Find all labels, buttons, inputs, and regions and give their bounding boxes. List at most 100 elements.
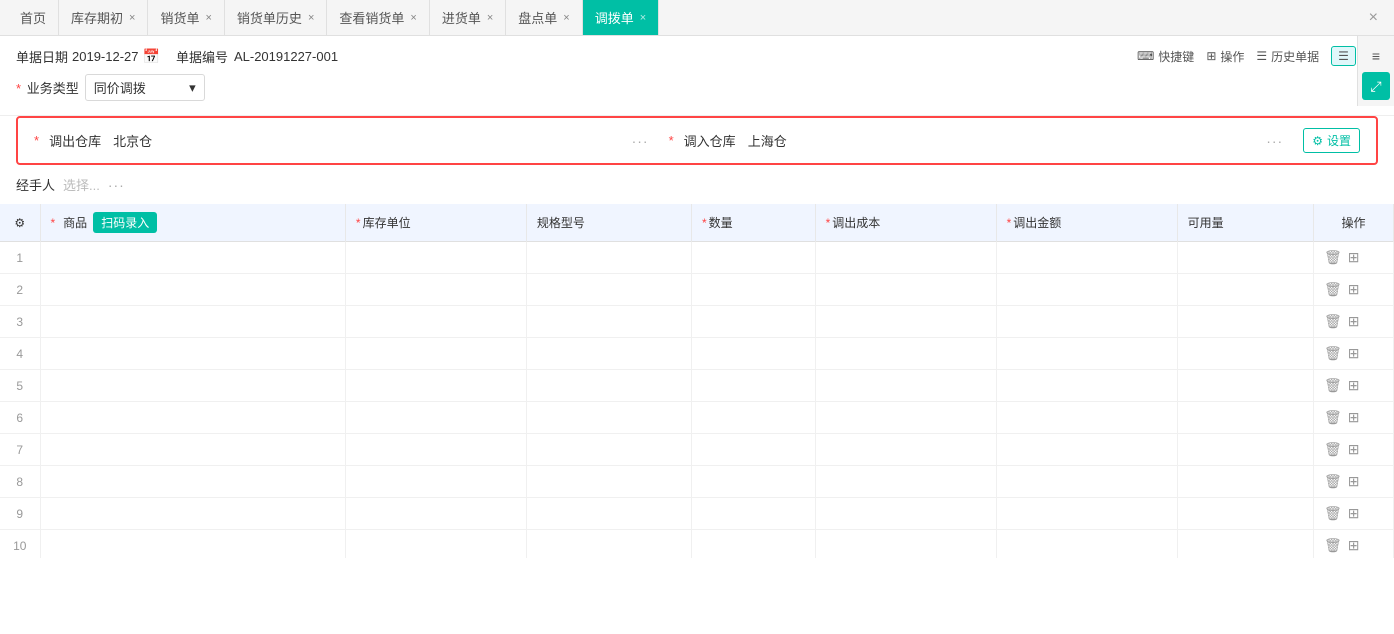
spec-cell[interactable] bbox=[526, 402, 691, 434]
delete-row-icon[interactable]: 🗑 bbox=[1324, 441, 1342, 458]
tab-bar-close-btn[interactable]: × bbox=[1361, 9, 1386, 27]
spec-cell[interactable] bbox=[526, 434, 691, 466]
tab-close-view-sales[interactable]: × bbox=[410, 12, 416, 24]
copy-row-icon[interactable]: ⊞ bbox=[1348, 313, 1360, 330]
unit-cell[interactable] bbox=[345, 338, 526, 370]
delete-row-icon[interactable]: 🗑 bbox=[1324, 281, 1342, 298]
cost-cell[interactable] bbox=[815, 242, 996, 274]
layout-btn-1[interactable]: ☰ bbox=[1331, 46, 1356, 66]
unit-cell[interactable] bbox=[345, 530, 526, 559]
unit-cell[interactable] bbox=[345, 274, 526, 306]
cost-cell[interactable] bbox=[815, 338, 996, 370]
amount-cell[interactable] bbox=[996, 338, 1177, 370]
cost-cell[interactable] bbox=[815, 530, 996, 559]
tab-stocktake[interactable]: 盘点单 × bbox=[506, 0, 582, 35]
qty-cell[interactable] bbox=[691, 434, 815, 466]
spec-cell[interactable] bbox=[526, 274, 691, 306]
amount-cell[interactable] bbox=[996, 402, 1177, 434]
delete-row-icon[interactable]: 🗑 bbox=[1324, 249, 1342, 266]
warehouse-out-more-btn[interactable]: ··· bbox=[632, 133, 649, 149]
amount-cell[interactable] bbox=[996, 498, 1177, 530]
cost-cell[interactable] bbox=[815, 498, 996, 530]
calendar-icon[interactable]: 📅 bbox=[143, 48, 160, 65]
person-select[interactable]: 选择... bbox=[63, 175, 100, 194]
amount-cell[interactable] bbox=[996, 530, 1177, 559]
qty-cell[interactable] bbox=[691, 402, 815, 434]
cost-cell[interactable] bbox=[815, 370, 996, 402]
tab-transfer[interactable]: 调拨单 × bbox=[583, 0, 659, 35]
qty-cell[interactable] bbox=[691, 274, 815, 306]
tab-close-inventory-init[interactable]: × bbox=[129, 12, 135, 24]
copy-row-icon[interactable]: ⊞ bbox=[1348, 537, 1360, 554]
copy-row-icon[interactable]: ⊞ bbox=[1348, 473, 1360, 490]
business-type-dropdown[interactable]: 同价调拨 ▾ bbox=[85, 74, 205, 101]
spec-cell[interactable] bbox=[526, 498, 691, 530]
th-gear[interactable]: ⚙ bbox=[0, 204, 40, 242]
copy-row-icon[interactable]: ⊞ bbox=[1348, 409, 1360, 426]
scan-entry-btn[interactable]: 扫码录入 bbox=[93, 212, 157, 233]
spec-cell[interactable] bbox=[526, 242, 691, 274]
unit-cell[interactable] bbox=[345, 498, 526, 530]
tab-view-sales[interactable]: 查看销货单 × bbox=[327, 0, 429, 35]
spec-cell[interactable] bbox=[526, 530, 691, 559]
delete-row-icon[interactable]: 🗑 bbox=[1324, 409, 1342, 426]
copy-row-icon[interactable]: ⊞ bbox=[1348, 377, 1360, 394]
qty-cell[interactable] bbox=[691, 338, 815, 370]
warehouse-in-more-btn[interactable]: ··· bbox=[1266, 133, 1283, 149]
amount-cell[interactable] bbox=[996, 466, 1177, 498]
unit-cell[interactable] bbox=[345, 306, 526, 338]
tab-close-transfer[interactable]: × bbox=[640, 12, 646, 24]
cost-cell[interactable] bbox=[815, 402, 996, 434]
unit-cell[interactable] bbox=[345, 434, 526, 466]
qty-cell[interactable] bbox=[691, 370, 815, 402]
unit-cell[interactable] bbox=[345, 370, 526, 402]
amount-cell[interactable] bbox=[996, 274, 1177, 306]
cost-cell[interactable] bbox=[815, 434, 996, 466]
delete-row-icon[interactable]: 🗑 bbox=[1324, 473, 1342, 490]
delete-row-icon[interactable]: 🗑 bbox=[1324, 505, 1342, 522]
delete-row-icon[interactable]: 🗑 bbox=[1324, 345, 1342, 362]
qty-cell[interactable] bbox=[691, 306, 815, 338]
amount-cell[interactable] bbox=[996, 306, 1177, 338]
unit-cell[interactable] bbox=[345, 242, 526, 274]
settings-btn[interactable]: ⚙ 设置 bbox=[1303, 128, 1360, 153]
person-more-btn[interactable]: ··· bbox=[108, 177, 125, 193]
tab-sales-order[interactable]: 销货单 × bbox=[148, 0, 224, 35]
qty-cell[interactable] bbox=[691, 242, 815, 274]
tab-close-sales-history[interactable]: × bbox=[308, 12, 314, 24]
spec-cell[interactable] bbox=[526, 466, 691, 498]
qty-cell[interactable] bbox=[691, 530, 815, 559]
product-cell[interactable] bbox=[40, 338, 345, 370]
delete-row-icon[interactable]: 🗑 bbox=[1324, 313, 1342, 330]
tab-sales-history[interactable]: 销货单历史 × bbox=[225, 0, 327, 35]
side-list-btn[interactable]: ≡ bbox=[1362, 42, 1390, 70]
unit-cell[interactable] bbox=[345, 402, 526, 434]
tab-home[interactable]: 首页 bbox=[8, 0, 59, 35]
copy-row-icon[interactable]: ⊞ bbox=[1348, 249, 1360, 266]
product-cell[interactable] bbox=[40, 306, 345, 338]
product-cell[interactable] bbox=[40, 530, 345, 559]
cost-cell[interactable] bbox=[815, 306, 996, 338]
tab-close-sales-order[interactable]: × bbox=[205, 12, 211, 24]
product-cell[interactable] bbox=[40, 434, 345, 466]
delete-row-icon[interactable]: 🗑 bbox=[1324, 377, 1342, 394]
tab-inventory-init[interactable]: 库存期初 × bbox=[59, 0, 148, 35]
product-cell[interactable] bbox=[40, 242, 345, 274]
operation-btn[interactable]: ⊞ 操作 bbox=[1206, 48, 1244, 65]
tab-purchase[interactable]: 进货单 × bbox=[430, 0, 506, 35]
amount-cell[interactable] bbox=[996, 242, 1177, 274]
shortcut-btn[interactable]: ⌨ 快捷键 bbox=[1137, 48, 1194, 65]
cost-cell[interactable] bbox=[815, 274, 996, 306]
spec-cell[interactable] bbox=[526, 306, 691, 338]
copy-row-icon[interactable]: ⊞ bbox=[1348, 281, 1360, 298]
spec-cell[interactable] bbox=[526, 370, 691, 402]
unit-cell[interactable] bbox=[345, 466, 526, 498]
gear-icon[interactable]: ⚙ bbox=[14, 216, 25, 230]
cost-cell[interactable] bbox=[815, 466, 996, 498]
amount-cell[interactable] bbox=[996, 370, 1177, 402]
tab-close-stocktake[interactable]: × bbox=[563, 12, 569, 24]
product-cell[interactable] bbox=[40, 402, 345, 434]
side-expand-btn[interactable]: ⤢ bbox=[1362, 72, 1390, 100]
product-cell[interactable] bbox=[40, 498, 345, 530]
amount-cell[interactable] bbox=[996, 434, 1177, 466]
